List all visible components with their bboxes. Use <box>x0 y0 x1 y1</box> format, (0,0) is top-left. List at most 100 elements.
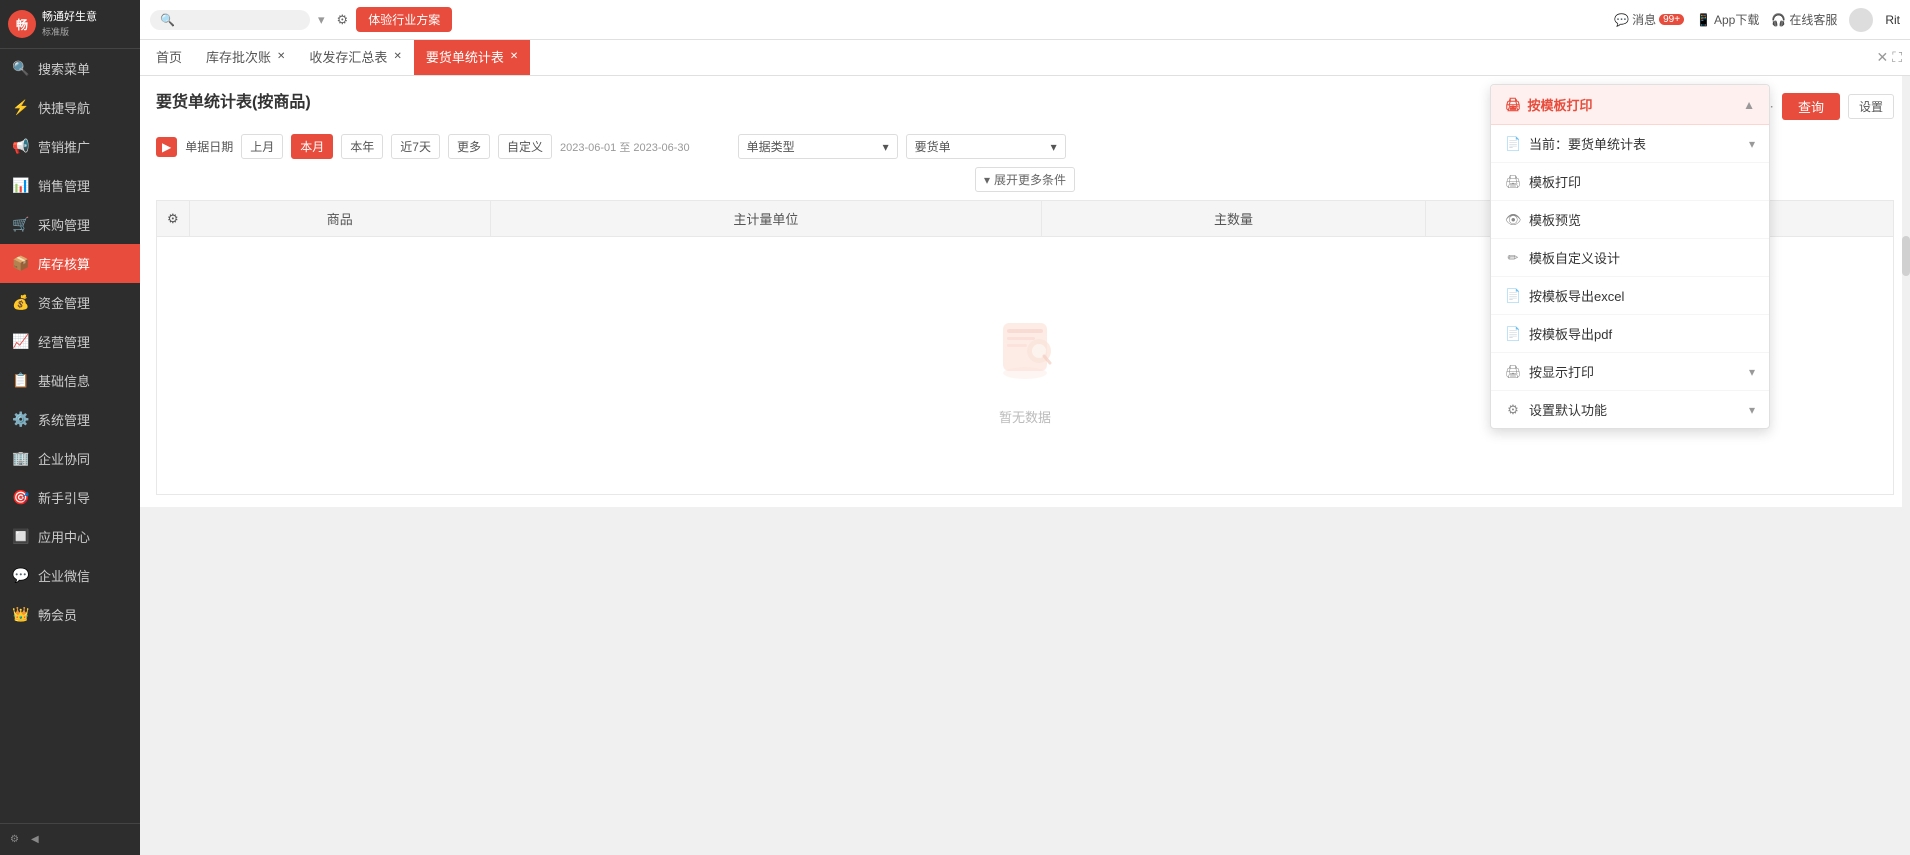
trial-btn[interactable]: 体验行业方案 <box>356 7 452 32</box>
tab-maximize[interactable]: ⛶ <box>1892 49 1902 66</box>
appcenter-icon: 🔲 <box>12 528 30 545</box>
print-dropdown: 🖨 按模板打印 ▲ 📄 当前：要货单统计表 ▾ 🖨 模板打印 👁 模板预览 <box>1490 84 1770 429</box>
template-preview-label: 模板预览 <box>1529 210 1581 229</box>
enterprise-icon: 🏢 <box>12 450 30 467</box>
sidebar-item-system[interactable]: ⚙️ 系统管理 <box>0 400 140 439</box>
sidebar-item-operation[interactable]: 📈 经营管理 <box>0 322 140 361</box>
print-menu-export-excel[interactable]: 📄 按模板导出excel <box>1491 277 1769 315</box>
marketing-icon: 📢 <box>12 138 30 155</box>
sidebar-item-search[interactable]: 🔍 搜索菜单 <box>0 49 140 88</box>
header-settings-icon[interactable]: ⚙ <box>337 12 349 28</box>
main-content: 🔍 ▾ ⚙ 体验行业方案 💬 消息 99+ 📱 App下载 🎧 在线客服 Rit <box>140 0 1910 855</box>
sidebar-item-label: 系统管理 <box>38 410 90 429</box>
sidebar-item-newbie[interactable]: 🎯 新手引导 <box>0 478 140 517</box>
table-col-unit: 主计量单位 <box>490 201 1041 237</box>
sidebar-item-wechat[interactable]: 💬 企业微信 <box>0 556 140 595</box>
tab-receipt-summary[interactable]: 收发存汇总表 ✕ <box>297 40 413 75</box>
tab-batch-close[interactable]: ✕ <box>277 51 285 62</box>
expand-icon: ▾ <box>984 173 990 187</box>
sidebar-item-appcenter[interactable]: 🔲 应用中心 <box>0 517 140 556</box>
tab-receipt-close[interactable]: ✕ <box>393 51 401 62</box>
default-func-label: 设置默认功能 <box>1529 400 1607 419</box>
table-col-quantity: 主数量 <box>1041 201 1425 237</box>
message-btn[interactable]: 💬 消息 99+ <box>1614 11 1684 28</box>
sidebar-item-quick-nav[interactable]: ⚡ 快捷导航 <box>0 88 140 127</box>
app-download-btn[interactable]: 📱 App下载 <box>1696 11 1759 28</box>
print-menu-template-preview[interactable]: 👁 模板预览 <box>1491 201 1769 239</box>
sidebar-item-purchase[interactable]: 🛒 采购管理 <box>0 205 140 244</box>
date-btn-this-month[interactable]: 本月 <box>291 134 333 159</box>
date-btn-this-year[interactable]: 本年 <box>341 134 383 159</box>
sidebar-item-marketing[interactable]: 📢 营销推广 <box>0 127 140 166</box>
export-pdf-label: 按模板导出pdf <box>1529 324 1612 343</box>
print-dropdown-header[interactable]: 🖨 按模板打印 ▲ <box>1491 85 1769 125</box>
print-menu-template-custom[interactable]: ✏ 模板自定义设计 <box>1491 239 1769 277</box>
print-menu-current-label: 当前：要货单统计表 <box>1529 134 1646 153</box>
query-btn[interactable]: 查询 <box>1782 93 1840 120</box>
sidebar-settings-icon[interactable]: ⚙ <box>8 832 21 847</box>
sales-icon: 📊 <box>12 177 30 194</box>
sidebar-item-label: 搜索菜单 <box>38 59 90 78</box>
date-btn-custom[interactable]: 自定义 <box>498 134 552 159</box>
print-menu-default-func[interactable]: ⚙ 设置默认功能 ▾ <box>1491 391 1769 428</box>
print-menu-export-pdf[interactable]: 📄 按模板导出pdf <box>1491 315 1769 353</box>
table-col-settings[interactable]: ⚙ <box>157 201 190 237</box>
user-avatar[interactable] <box>1849 8 1873 32</box>
tab-close-all[interactable]: ✕ <box>1876 49 1888 66</box>
app-name: 畅通好生意 <box>42 10 97 24</box>
date-btn-more[interactable]: 更多 <box>448 134 490 159</box>
dropdown-close-arrow[interactable]: ▲ <box>1743 98 1755 112</box>
print-dropdown-title-text: 按模板打印 <box>1528 95 1593 114</box>
sidebar-item-label: 企业微信 <box>38 566 90 585</box>
tab-order-summary[interactable]: 要货单统计表 ✕ <box>414 40 530 75</box>
app-badge: 标准版 <box>42 25 97 38</box>
sidebar-item-inventory[interactable]: 📦 库存核算 <box>0 244 140 283</box>
user-name: Rit <box>1885 13 1900 27</box>
print-menu-template-print[interactable]: 🖨 模板打印 <box>1491 163 1769 201</box>
expand-more-btn[interactable]: ▾ 展开更多条件 <box>975 167 1075 192</box>
sidebar-item-label: 营销推广 <box>38 137 90 156</box>
settings-btn[interactable]: 设置 <box>1848 94 1894 119</box>
export-excel-label: 按模板导出excel <box>1529 286 1624 305</box>
print-dropdown-icon: 🖨 <box>1505 97 1522 113</box>
date-btn-7days[interactable]: 近7天 <box>391 134 440 159</box>
inventory-icon: 📦 <box>12 255 30 272</box>
basic-icon: 📋 <box>12 372 30 389</box>
header-dropdown-icon[interactable]: ▾ <box>318 12 325 28</box>
scrollbar[interactable] <box>1902 76 1910 855</box>
default-func-arrow: ▾ <box>1749 403 1755 417</box>
order-type-select[interactable]: 单据类型 ▾ <box>738 134 898 159</box>
sidebar-item-label: 资金管理 <box>38 293 90 312</box>
date-filter-label: 单据日期 <box>185 138 233 155</box>
sidebar-item-enterprise[interactable]: 🏢 企业协同 <box>0 439 140 478</box>
scrollbar-thumb[interactable] <box>1902 236 1910 276</box>
print-menu-display-print[interactable]: 🖨 按显示打印 ▾ <box>1491 353 1769 391</box>
sidebar-collapse-icon[interactable]: ◀ <box>29 832 41 847</box>
require-goods-select[interactable]: 要货单 ▾ <box>906 134 1066 159</box>
default-func-icon: ⚙ <box>1505 402 1521 418</box>
filter-toggle-btn[interactable]: ▶ <box>156 137 177 157</box>
tab-batch-label: 库存批次账 <box>206 47 271 66</box>
current-arrow-icon: ▾ <box>1749 137 1755 151</box>
tab-order-close[interactable]: ✕ <box>510 51 518 62</box>
member-icon: 👑 <box>12 606 30 623</box>
search-icon: 🔍 <box>160 13 175 27</box>
online-service-btn[interactable]: 🎧 在线客服 <box>1771 11 1837 28</box>
date-btn-last-month[interactable]: 上月 <box>241 134 283 159</box>
template-custom-icon: ✏ <box>1505 250 1521 266</box>
sidebar-item-sales[interactable]: 📊 销售管理 <box>0 166 140 205</box>
header-search[interactable]: 🔍 <box>150 10 310 30</box>
tab-home[interactable]: 首页 <box>144 40 194 75</box>
sidebar-item-member[interactable]: 👑 畅会员 <box>0 595 140 634</box>
sidebar-item-basic[interactable]: 📋 基础信息 <box>0 361 140 400</box>
print-menu-current[interactable]: 📄 当前：要货单统计表 ▾ <box>1491 125 1769 163</box>
select-arrow-icon: ▾ <box>883 140 889 154</box>
current-icon: 📄 <box>1505 136 1521 152</box>
sidebar-item-label: 快捷导航 <box>38 98 90 117</box>
tab-order-label: 要货单统计表 <box>426 47 504 66</box>
sidebar-item-finance[interactable]: 💰 资金管理 <box>0 283 140 322</box>
template-print-icon: 🖨 <box>1505 174 1521 190</box>
table-settings-icon: ⚙ <box>167 211 179 226</box>
app-logo: 畅 畅通好生意 标准版 <box>0 0 140 49</box>
tab-batch-account[interactable]: 库存批次账 ✕ <box>194 40 297 75</box>
